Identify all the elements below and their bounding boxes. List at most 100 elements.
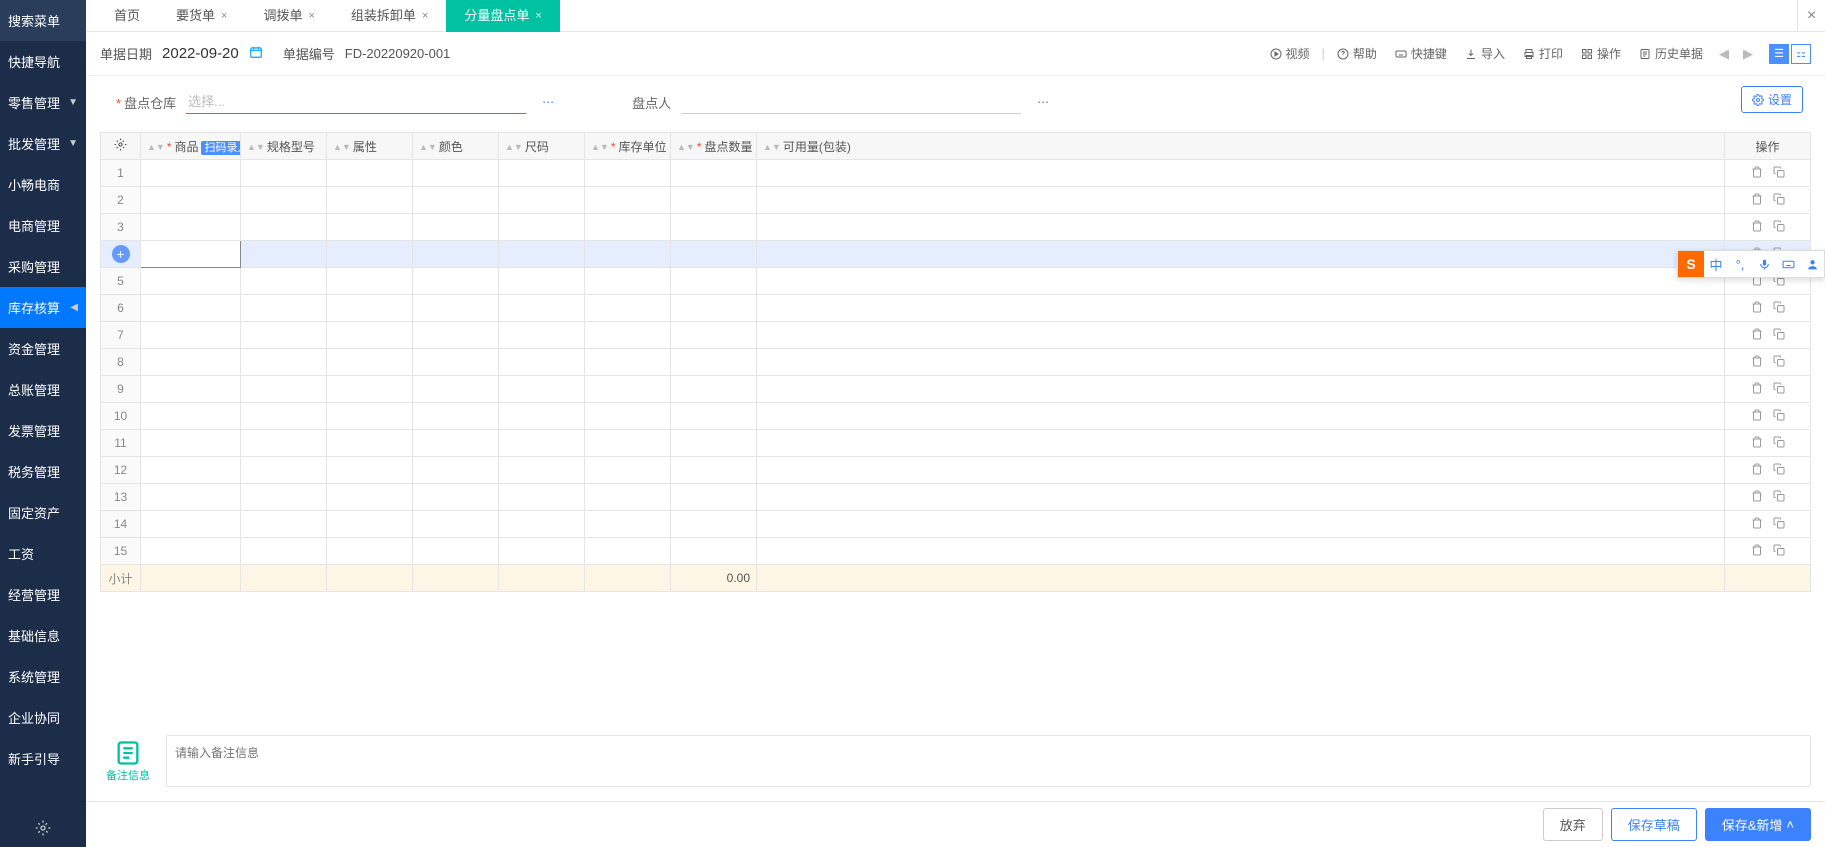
- header-spec[interactable]: ▲▼规格型号: [241, 133, 327, 160]
- discard-button[interactable]: 放弃: [1543, 808, 1603, 841]
- row-copy-icon[interactable]: [1773, 167, 1785, 181]
- header-attr[interactable]: ▲▼属性: [327, 133, 413, 160]
- row-delete-icon[interactable]: [1751, 518, 1763, 532]
- person-input[interactable]: [681, 90, 1021, 114]
- sidebar-item-6[interactable]: 采购管理: [0, 246, 86, 287]
- tabs-close-all[interactable]: ×: [1797, 0, 1825, 32]
- row-copy-icon[interactable]: [1773, 464, 1785, 478]
- ime-punct-icon[interactable]: °,: [1728, 257, 1752, 272]
- warehouse-more-icon[interactable]: ⋯: [542, 95, 554, 109]
- row-delete-icon[interactable]: [1751, 410, 1763, 424]
- table-row[interactable]: 2: [101, 187, 1811, 214]
- calendar-icon[interactable]: [249, 45, 263, 62]
- sidebar-item-9[interactable]: 总账管理: [0, 369, 86, 410]
- row-delete-icon[interactable]: [1751, 545, 1763, 559]
- row-copy-icon[interactable]: [1773, 437, 1785, 451]
- table-row[interactable]: 9: [101, 376, 1811, 403]
- header-avail[interactable]: ▲▼可用量(包装): [757, 133, 1725, 160]
- nav-prev[interactable]: ◀: [1715, 46, 1733, 62]
- toolbar-history[interactable]: 历史单据: [1633, 45, 1709, 62]
- row-delete-icon[interactable]: [1751, 437, 1763, 451]
- sidebar-item-15[interactable]: 基础信息: [0, 615, 86, 656]
- row-copy-icon[interactable]: [1773, 221, 1785, 235]
- row-copy-icon[interactable]: [1773, 383, 1785, 397]
- sidebar-item-18[interactable]: 新手引导: [0, 738, 86, 779]
- row-copy-icon[interactable]: [1773, 518, 1785, 532]
- table-row[interactable]: 6: [101, 295, 1811, 322]
- product-cell-active[interactable]: [141, 241, 241, 268]
- tab-close-icon[interactable]: ×: [535, 0, 541, 32]
- toolbar-operate[interactable]: 操作: [1575, 45, 1627, 62]
- row-delete-icon[interactable]: [1751, 383, 1763, 397]
- ime-keyboard-icon[interactable]: [1776, 258, 1800, 271]
- toolbar-print[interactable]: 打印: [1517, 45, 1569, 62]
- sidebar-item-7[interactable]: 库存核算◀: [0, 287, 86, 328]
- row-delete-icon[interactable]: [1751, 464, 1763, 478]
- ime-toolbar[interactable]: S 中 °,: [1677, 250, 1825, 278]
- sidebar-item-2[interactable]: 零售管理▼: [0, 82, 86, 123]
- table-row[interactable]: 5: [101, 268, 1811, 295]
- toolbar-import[interactable]: 导入: [1459, 45, 1511, 62]
- row-copy-icon[interactable]: [1773, 491, 1785, 505]
- sidebar-item-4[interactable]: 小畅电商: [0, 164, 86, 205]
- sidebar-item-17[interactable]: 企业协同: [0, 697, 86, 738]
- table-row[interactable]: 12: [101, 457, 1811, 484]
- toolbar-video[interactable]: 视频: [1264, 45, 1316, 62]
- warehouse-input[interactable]: [186, 90, 526, 114]
- sidebar-item-5[interactable]: 电商管理: [0, 205, 86, 246]
- table-row[interactable]: 14: [101, 511, 1811, 538]
- header-qty[interactable]: ▲▼*盘点数量: [671, 133, 757, 160]
- ime-person-icon[interactable]: [1800, 258, 1824, 271]
- row-delete-icon[interactable]: [1751, 356, 1763, 370]
- header-gear[interactable]: [101, 133, 141, 160]
- sidebar-item-13[interactable]: 工资: [0, 533, 86, 574]
- table-row[interactable]: 13: [101, 484, 1811, 511]
- header-unit[interactable]: ▲▼*库存单位: [585, 133, 671, 160]
- row-delete-icon[interactable]: [1751, 194, 1763, 208]
- row-copy-icon[interactable]: [1773, 329, 1785, 343]
- ime-lang[interactable]: 中: [1704, 255, 1728, 274]
- row-copy-icon[interactable]: [1773, 545, 1785, 559]
- row-copy-icon[interactable]: [1773, 302, 1785, 316]
- tab-0[interactable]: 首页: [96, 0, 158, 32]
- header-product[interactable]: ▲▼*商品扫码录入: [141, 133, 241, 160]
- row-copy-icon[interactable]: [1773, 194, 1785, 208]
- sidebar-settings-icon[interactable]: [0, 812, 86, 847]
- table-row[interactable]: 3: [101, 214, 1811, 241]
- row-copy-icon[interactable]: [1773, 410, 1785, 424]
- settings-button[interactable]: 设置: [1741, 86, 1803, 113]
- row-copy-icon[interactable]: [1773, 356, 1785, 370]
- toolbar-help[interactable]: 帮助: [1331, 45, 1383, 62]
- save-new-button[interactable]: 保存&新增˄: [1705, 808, 1811, 841]
- tab-4[interactable]: 分量盘点单×: [446, 0, 559, 32]
- tab-2[interactable]: 调拨单×: [245, 0, 332, 32]
- view-grid[interactable]: ⚏: [1791, 44, 1811, 64]
- table-row[interactable]: 8: [101, 349, 1811, 376]
- sidebar-item-8[interactable]: 资金管理: [0, 328, 86, 369]
- tab-close-icon[interactable]: ×: [308, 0, 314, 32]
- sidebar-item-3[interactable]: 批发管理▼: [0, 123, 86, 164]
- row-delete-icon[interactable]: [1751, 491, 1763, 505]
- header-color[interactable]: ▲▼颜色: [413, 133, 499, 160]
- view-list[interactable]: ☰: [1769, 44, 1789, 64]
- ime-mic-icon[interactable]: [1752, 258, 1776, 271]
- tab-close-icon[interactable]: ×: [221, 0, 227, 32]
- toolbar-shortcut[interactable]: 快捷键: [1389, 45, 1453, 62]
- scan-badge[interactable]: 扫码录入: [201, 141, 241, 155]
- row-delete-icon[interactable]: [1751, 221, 1763, 235]
- tab-1[interactable]: 要货单×: [158, 0, 245, 32]
- tab-3[interactable]: 组装拆卸单×: [333, 0, 446, 32]
- person-more-icon[interactable]: ⋯: [1037, 95, 1049, 109]
- row-delete-icon[interactable]: [1751, 167, 1763, 181]
- sidebar-item-10[interactable]: 发票管理: [0, 410, 86, 451]
- row-delete-icon[interactable]: [1751, 329, 1763, 343]
- remarks-input[interactable]: [166, 735, 1811, 787]
- sidebar-item-12[interactable]: 固定资产: [0, 492, 86, 533]
- sidebar-item-16[interactable]: 系统管理: [0, 656, 86, 697]
- sidebar-item-1[interactable]: 快捷导航: [0, 41, 86, 82]
- date-value[interactable]: 2022-09-20: [162, 45, 239, 62]
- table-row[interactable]: 15: [101, 538, 1811, 565]
- nav-next[interactable]: ▶: [1739, 46, 1757, 62]
- row-delete-icon[interactable]: [1751, 302, 1763, 316]
- table-row[interactable]: +: [101, 241, 1811, 268]
